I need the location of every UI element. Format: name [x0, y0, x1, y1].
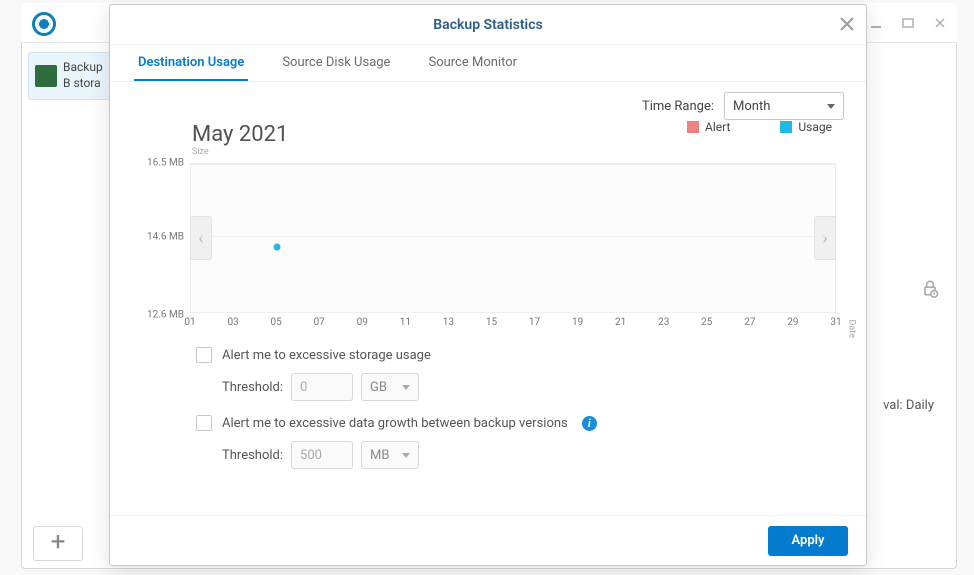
- schedule-interval: val: Daily: [883, 398, 934, 413]
- legend-usage-label: Usage: [798, 120, 832, 134]
- checkbox-growth-alert[interactable]: [196, 415, 212, 431]
- legend-alert-label: Alert: [705, 120, 730, 134]
- modal-footer: Apply: [110, 515, 866, 565]
- y-axis-label: Size: [192, 147, 844, 157]
- data-point: [273, 244, 280, 251]
- x-tick: 25: [701, 317, 712, 328]
- chevron-down-icon: [402, 453, 410, 458]
- x-tick: 07: [314, 317, 325, 328]
- y-tick: 12.6 MB: [147, 310, 184, 321]
- time-range-select[interactable]: Month: [724, 92, 844, 120]
- tab-source-disk-usage[interactable]: Source Disk Usage: [278, 45, 394, 81]
- growth-threshold-input[interactable]: [291, 441, 353, 469]
- x-tick: 27: [744, 317, 755, 328]
- chart-area: 12.6 MB14.6 MB16.5 MB ‹ › 01 03 05 07 09 11 13…: [132, 163, 844, 333]
- window-controls: [870, 14, 946, 26]
- checkbox-storage-alert[interactable]: [196, 347, 212, 363]
- window-minimize-icon[interactable]: [870, 14, 882, 26]
- window-maximize-icon[interactable]: [902, 14, 914, 26]
- modal-body: Time Range: Month May 2021 Alert Usage S…: [110, 82, 866, 515]
- growth-threshold-unit[interactable]: MB: [361, 441, 419, 469]
- info-icon[interactable]: i: [582, 416, 597, 431]
- chart-next-button[interactable]: ›: [814, 216, 836, 260]
- tab-destination-usage[interactable]: Destination Usage: [134, 45, 248, 81]
- threshold-label-1: Threshold:: [222, 380, 283, 395]
- backup-statistics-modal: Backup Statistics Destination Usage Sour…: [109, 4, 867, 566]
- x-tick: 19: [572, 317, 583, 328]
- chart-plot: ‹ ›: [190, 163, 836, 313]
- chart-legend: Alert Usage: [687, 120, 832, 134]
- x-axis: 01030507091113151719212325272931: [190, 315, 836, 333]
- storage-threshold-unit[interactable]: GB: [361, 373, 419, 401]
- x-tick: 23: [658, 317, 669, 328]
- x-tick: 11: [400, 317, 411, 328]
- add-task-button[interactable]: +: [33, 526, 83, 561]
- growth-alert-label: Alert me to excessive data growth betwee…: [222, 416, 568, 431]
- x-axis-label: Date: [847, 319, 857, 338]
- x-tick: 01: [184, 317, 195, 328]
- x-tick: 21: [615, 317, 626, 328]
- tabs: Destination Usage Source Disk Usage Sour…: [110, 45, 866, 82]
- legend-usage: Usage: [780, 120, 832, 134]
- x-tick: 17: [529, 317, 540, 328]
- x-tick: 15: [486, 317, 497, 328]
- x-tick: 29: [787, 317, 798, 328]
- y-tick: 16.5 MB: [147, 158, 184, 169]
- x-tick: 31: [830, 317, 841, 328]
- alert-options: Alert me to excessive storage usage Thre…: [196, 347, 844, 469]
- chevron-down-icon: [402, 385, 410, 390]
- modal-header: Backup Statistics: [110, 5, 866, 45]
- modal-title: Backup Statistics: [433, 17, 542, 33]
- close-icon[interactable]: [838, 15, 856, 33]
- sidebar-task-item[interactable]: Backup B stora: [28, 52, 118, 100]
- sidebar-task-text: Backup B stora: [63, 60, 103, 91]
- x-tick: 03: [227, 317, 238, 328]
- threshold-label-2: Threshold:: [222, 448, 283, 463]
- legend-alert-swatch: [687, 121, 699, 133]
- growth-unit-value: MB: [370, 448, 389, 463]
- x-tick: 09: [357, 317, 368, 328]
- lock-icon[interactable]: [920, 278, 940, 298]
- chart-prev-button[interactable]: ‹: [190, 216, 212, 260]
- x-tick: 05: [271, 317, 282, 328]
- y-tick: 14.6 MB: [147, 232, 184, 243]
- time-range-value: Month: [733, 99, 770, 114]
- legend-usage-swatch: [780, 121, 792, 133]
- storage-alert-label: Alert me to excessive storage usage: [222, 348, 431, 363]
- storage-threshold-input[interactable]: [291, 373, 353, 401]
- chevron-down-icon: [827, 104, 835, 109]
- time-range-label: Time Range:: [642, 99, 714, 114]
- app-logo-icon: [32, 12, 56, 36]
- storage-unit-value: GB: [370, 380, 387, 395]
- y-axis: 12.6 MB14.6 MB16.5 MB: [132, 163, 188, 315]
- task-icon: [35, 65, 57, 87]
- legend-alert: Alert: [687, 120, 730, 134]
- apply-button[interactable]: Apply: [768, 526, 848, 556]
- x-tick: 13: [443, 317, 454, 328]
- window-close-icon[interactable]: [934, 14, 946, 26]
- tab-source-monitor[interactable]: Source Monitor: [424, 45, 521, 81]
